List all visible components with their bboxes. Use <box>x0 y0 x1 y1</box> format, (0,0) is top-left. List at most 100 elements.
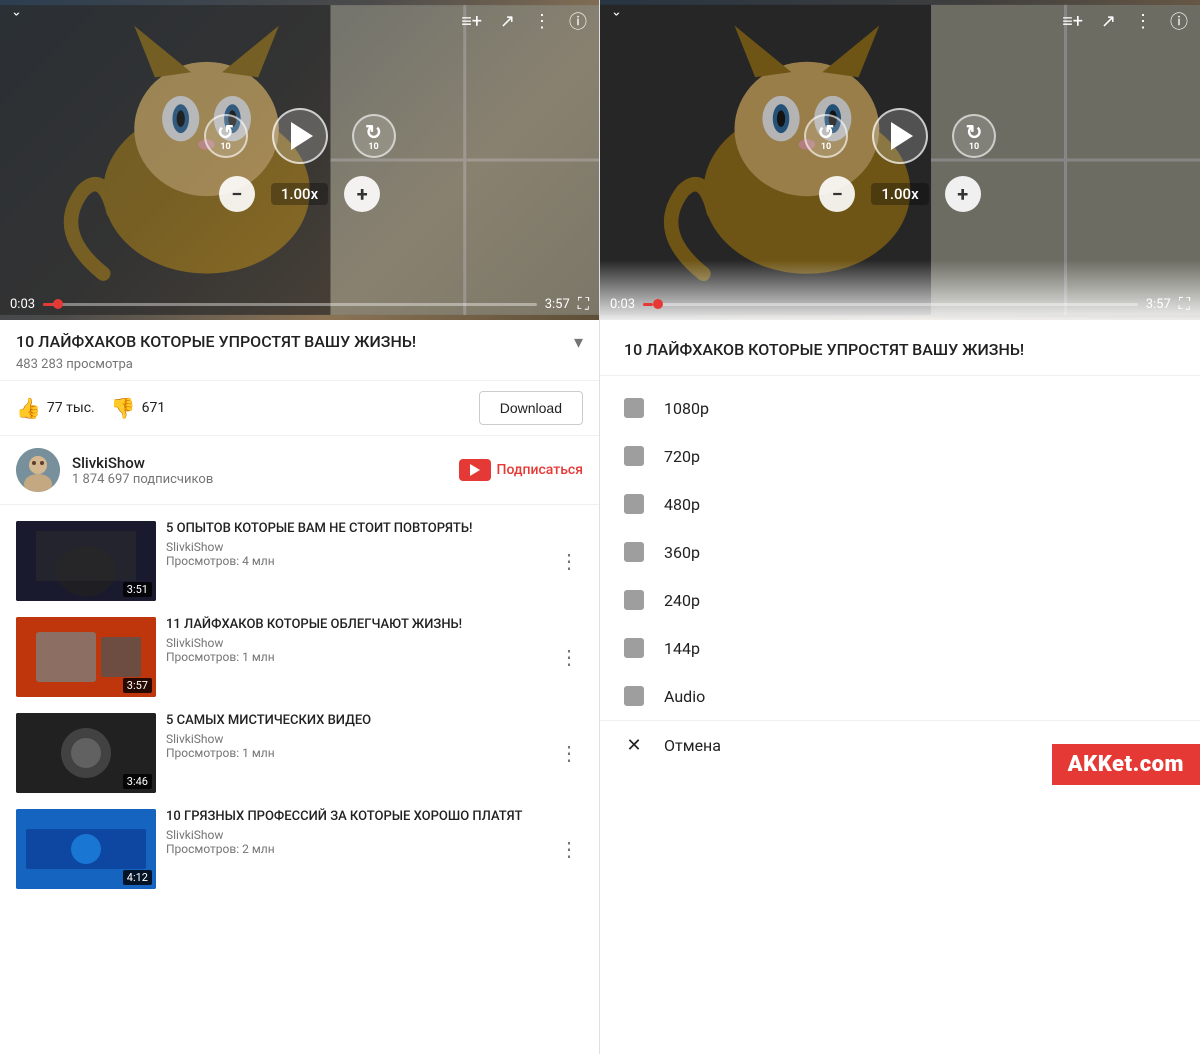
expand-arrow-icon[interactable]: ▾ <box>574 332 583 353</box>
speed-decrease-button[interactable]: − <box>219 176 255 212</box>
video-bottom-right: 0:03 3:57 ⛶ <box>600 288 1200 320</box>
rewind-10-button[interactable]: ↺ 10 <box>204 114 248 158</box>
subscribe-text: Подписаться <box>497 462 584 478</box>
thumb-down-icon: 👎 <box>111 396 136 420</box>
forward-10-button-right[interactable]: ↻ 10 <box>952 114 996 158</box>
like-button[interactable]: 👍 77 тыс. <box>16 396 95 420</box>
list-item[interactable]: 3:46 5 САМЫХ МИСТИЧЕСКИХ ВИДЕО SlivkiSho… <box>0 705 599 801</box>
video-bottom-controls: 0:03 3:57 ⛶ <box>0 288 599 320</box>
speed-row: − 1.00x + <box>219 176 380 212</box>
like-count: 77 тыс. <box>47 400 95 416</box>
forward-label-right: 10 <box>969 142 979 152</box>
duration-1: 3:51 <box>123 582 152 597</box>
list-channel-1: SlivkiShow <box>166 540 545 554</box>
speed-display-right: 1.00x <box>871 183 928 205</box>
subscribe-button[interactable]: Подписаться <box>459 459 584 481</box>
list-views-1: Просмотров: 4 млн <box>166 554 545 568</box>
forward-icon-right: ↻ <box>966 120 983 144</box>
quality-radio-480p <box>624 494 644 514</box>
quality-item-360p[interactable]: 360p <box>600 528 1200 576</box>
progress-bar-right[interactable] <box>643 303 1138 306</box>
thumbnail-3: 3:46 <box>16 713 156 793</box>
youtube-icon <box>459 459 491 481</box>
collapse-chevron-right[interactable]: ˇ <box>612 9 621 33</box>
progress-row: 0:03 3:57 ⛶ <box>10 294 589 314</box>
total-time: 3:57 <box>545 297 570 312</box>
play-button-right[interactable] <box>872 108 928 164</box>
play-triangle-icon-right <box>891 122 913 150</box>
collapse-chevron[interactable]: ˇ <box>12 9 21 33</box>
add-to-queue-icon[interactable]: ≡+ <box>461 11 482 32</box>
list-title-3: 5 САМЫХ МИСТИЧЕСКИХ ВИДЕО <box>166 713 545 730</box>
channel-row: SlivkiShow 1 874 697 подписчиков Подписа… <box>0 436 599 505</box>
view-count: 483 283 просмотра <box>16 357 583 372</box>
rewind-label: 10 <box>220 142 230 152</box>
thumbnail-2: 3:57 <box>16 617 156 697</box>
rewind-icon-right: ↺ <box>818 120 835 144</box>
list-item[interactable]: 3:51 5 ОПЫТОВ КОТОРЫЕ ВАМ НЕ СТОИТ ПОВТО… <box>0 513 599 609</box>
fullscreen-button-right[interactable]: ⛶ <box>1179 294 1190 314</box>
channel-name: SlivkiShow <box>72 454 459 472</box>
forward-icon: ↻ <box>365 120 382 144</box>
channel-avatar <box>16 448 60 492</box>
list-views-4: Просмотров: 2 млн <box>166 842 545 856</box>
quality-item-480p[interactable]: 480p <box>600 480 1200 528</box>
more-vert-icon-right[interactable]: ⋮ <box>1134 11 1152 32</box>
youtube-play-icon <box>470 464 480 476</box>
quality-item-144p[interactable]: 144p <box>600 624 1200 672</box>
rewind-10-button-right[interactable]: ↺ 10 <box>804 114 848 158</box>
speed-display: 1.00x <box>271 183 328 205</box>
share-icon[interactable]: ↗ <box>500 11 515 32</box>
more-vert-icon[interactable]: ⋮ <box>533 11 551 32</box>
quality-item-720p[interactable]: 720p <box>600 432 1200 480</box>
quality-item-240p[interactable]: 240p <box>600 576 1200 624</box>
playback-row-right: ↺ 10 ↻ 10 <box>804 108 996 164</box>
quality-label-720p: 720p <box>664 447 700 466</box>
progress-fill <box>43 303 53 306</box>
rewind-icon: ↺ <box>217 120 234 144</box>
cancel-x-icon: ✕ <box>624 735 644 755</box>
list-title-2: 11 ЛАЙФХАКОВ КОТОРЫЕ ОБЛЕГЧАЮТ ЖИЗНЬ! <box>166 617 545 634</box>
list-more-button-3[interactable]: ⋮ <box>555 741 583 765</box>
speed-decrease-button-right[interactable]: − <box>819 176 855 212</box>
play-button[interactable] <box>272 108 328 164</box>
total-time-right: 3:57 <box>1146 297 1171 312</box>
list-more-button-1[interactable]: ⋮ <box>555 549 583 573</box>
speed-row-right: − 1.00x + <box>819 176 980 212</box>
list-channel-3: SlivkiShow <box>166 732 545 746</box>
right-panel: ˇ ≡+ ↗ ⋮ ⓘ ↺ 10 ↻ 10 <box>600 0 1200 1054</box>
video-title-row: 10 ЛАЙФХАКОВ КОТОРЫЕ УПРОСТЯТ ВАШУ ЖИЗНЬ… <box>16 332 583 353</box>
list-views-2: Просмотров: 1 млн <box>166 650 545 664</box>
speed-increase-button[interactable]: + <box>344 176 380 212</box>
list-info-2: 11 ЛАЙФХАКОВ КОТОРЫЕ ОБЛЕГЧАЮТ ЖИЗНЬ! Sl… <box>166 617 545 664</box>
dislike-button[interactable]: 👎 671 <box>111 396 166 420</box>
list-more-button-4[interactable]: ⋮ <box>555 837 583 861</box>
fullscreen-button[interactable]: ⛶ <box>578 294 589 314</box>
download-button[interactable]: Download <box>479 391 583 425</box>
speed-increase-button-right[interactable]: + <box>945 176 981 212</box>
duration-2: 3:57 <box>123 678 152 693</box>
forward-10-button[interactable]: ↻ 10 <box>352 114 396 158</box>
list-item[interactable]: 4:12 10 ГРЯЗНЫХ ПРОФЕССИЙ ЗА КОТОРЫЕ ХОР… <box>0 801 599 897</box>
video-player-left: ˇ ≡+ ↗ ⋮ ⓘ ↺ 10 ↻ 10 <box>0 0 599 320</box>
list-more-button-2[interactable]: ⋮ <box>555 645 583 669</box>
quality-item-1080p[interactable]: 1080p <box>600 384 1200 432</box>
quality-label-240p: 240p <box>664 591 700 610</box>
download-menu: 10 ЛАЙФХАКОВ КОТОРЫЕ УПРОСТЯТ ВАШУ ЖИЗНЬ… <box>600 320 1200 785</box>
thumbnail-4: 4:12 <box>16 809 156 889</box>
playback-row: ↺ 10 ↻ 10 <box>204 108 396 164</box>
quality-item-audio[interactable]: Audio <box>600 672 1200 720</box>
info-icon-right[interactable]: ⓘ <box>1170 8 1188 34</box>
info-icon[interactable]: ⓘ <box>569 8 587 34</box>
add-to-queue-icon-right[interactable]: ≡+ <box>1062 11 1083 32</box>
overlay-actions: ≡+ ↗ ⋮ ⓘ <box>461 8 587 34</box>
playback-controls: ↺ 10 ↻ 10 − 1.00x + <box>204 108 396 212</box>
share-icon-right[interactable]: ↗ <box>1101 11 1116 32</box>
thumb-up-icon: 👍 <box>16 396 41 420</box>
progress-bar[interactable] <box>43 303 537 306</box>
list-title-4: 10 ГРЯЗНЫХ ПРОФЕССИЙ ЗА КОТОРЫЕ ХОРОШО П… <box>166 809 545 826</box>
current-time: 0:03 <box>10 297 35 312</box>
list-item[interactable]: 3:57 11 ЛАЙФХАКОВ КОТОРЫЕ ОБЛЕГЧАЮТ ЖИЗН… <box>0 609 599 705</box>
play-triangle-icon <box>291 122 313 150</box>
quality-label-360p: 360p <box>664 543 700 562</box>
